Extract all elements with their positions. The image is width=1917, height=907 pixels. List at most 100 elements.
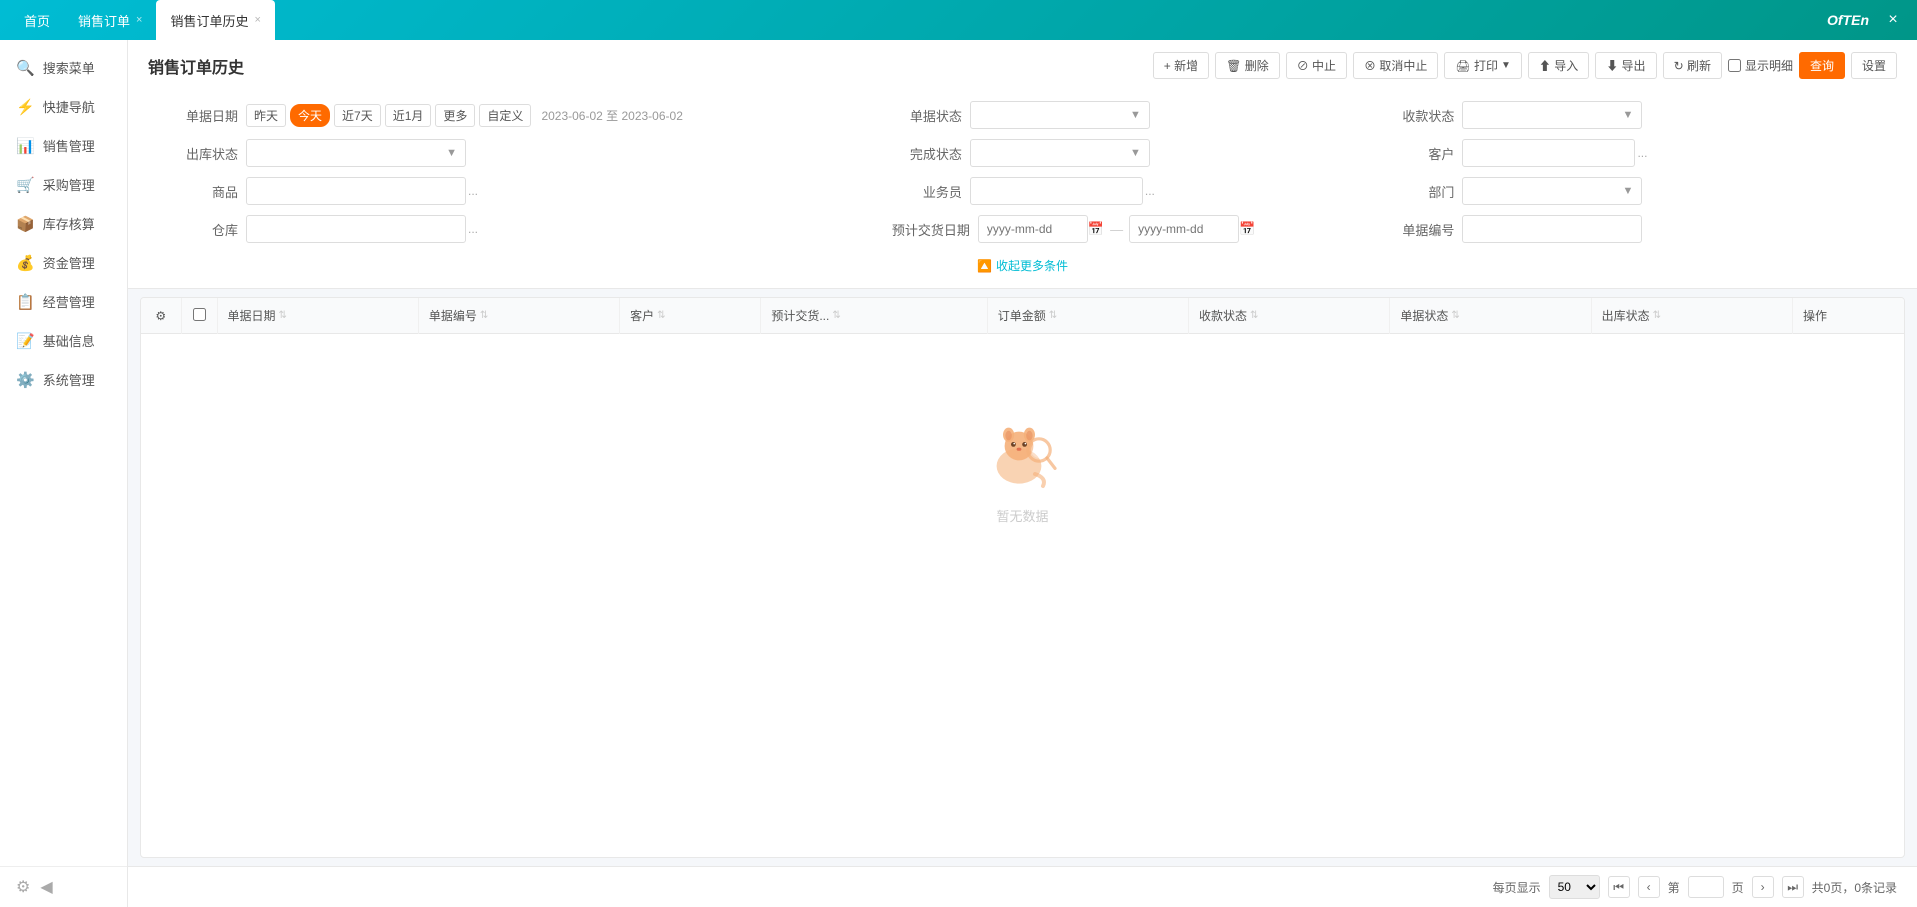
sidebar-item-sales-mgmt[interactable]: 📊 销售管理 [0,126,127,165]
th-action: 操作 [1792,298,1904,334]
print-button[interactable]: 🖨 打印 ▼ [1444,52,1521,79]
goods-ellipsis-btn[interactable]: ... [468,184,478,198]
tab-home[interactable]: 首页 [10,0,64,40]
order-no-label: 单据编号 [1384,220,1454,239]
date-today-btn[interactable]: 今天 [290,104,330,127]
th-check[interactable] [181,298,217,334]
prev-page-button[interactable]: ‹ [1638,876,1660,898]
inventory-calc-icon: 📦 [16,215,35,233]
date-filter-group: 单据日期 昨天 今天 近7天 近1月 更多 自定义 2023-06-02 至 2… [168,104,862,127]
sidebar-item-purchase-mgmt[interactable]: 🛒 采购管理 [0,165,127,204]
sidebar-item-search-menu-label: 搜索菜单 [43,58,95,77]
date-custom-btn[interactable]: 自定义 [479,104,531,127]
window-close-button[interactable]: × [1879,6,1907,34]
sidebar-item-basic-info[interactable]: 📝 基础信息 [0,321,127,360]
expected-date-end-cal-icon[interactable]: 📅 [1239,221,1255,237]
th-settings[interactable]: ⚙ [141,298,181,334]
warehouse-label: 仓库 [168,220,238,239]
refresh-button[interactable]: ↻ 刷新 [1663,52,1722,79]
th-order-no[interactable]: 单据编号 ⇅ [418,298,619,334]
salesman-ellipsis-btn[interactable]: ... [1145,184,1155,198]
per-page-select[interactable]: 50 100 200 [1549,875,1600,899]
data-table: ⚙ 单据日期 ⇅ 单据编号 [141,298,1904,605]
goods-input[interactable] [246,177,466,205]
goods-label: 商品 [168,182,238,201]
th-customer[interactable]: 客户 ⇅ [620,298,761,334]
filter-row-2: 出库状态 ▼ 完成状态 ▼ 客户 [168,139,1877,167]
th-action-label: 操作 [1803,309,1827,323]
outstock-status-sort-icon: ⇅ [1653,310,1661,321]
empty-text: 暂无数据 [996,506,1048,525]
main-layout: 🔍 搜索菜单 ⚡ 快捷导航 📊 销售管理 🛒 采购管理 📦 库存核算 💰 资金管… [0,40,1917,907]
stop-button[interactable]: ⊘ 中止 [1286,52,1347,79]
topbar-right: OfTEn × [1827,6,1907,34]
th-expected-delivery-label: 预计交货... [771,307,829,324]
th-order-amount[interactable]: 订单金额 ⇅ [987,298,1188,334]
th-order-date[interactable]: 单据日期 ⇅ [217,298,418,334]
page-number-input[interactable]: 1 [1688,876,1724,898]
sidebar-item-quick-nav[interactable]: ⚡ 快捷导航 [0,87,127,126]
customer-input[interactable] [1462,139,1635,167]
warehouse-input[interactable] [246,215,466,243]
customer-label: 客户 [1384,144,1454,163]
date-more-btn[interactable]: 更多 [435,104,475,127]
sidebar-item-sys-mgmt[interactable]: ⚙️ 系统管理 [0,360,127,399]
date-1month-btn[interactable]: 近1月 [385,104,432,127]
dept-group: 部门 ▼ [1384,177,1847,205]
filter-row-4: 仓库 ... 预计交货日期 📅 — 📅 单据编号 [168,215,1877,243]
order-no-input[interactable] [1462,215,1642,243]
tab-home-label: 首页 [24,11,50,30]
th-order-date-label: 单据日期 [228,307,276,324]
query-button[interactable]: 查询 [1799,52,1845,79]
th-outstock-status[interactable]: 出库状态 ⇅ [1591,298,1792,334]
customer-sort-icon: ⇅ [657,310,665,321]
order-status-select[interactable]: ▼ [970,101,1150,129]
settings-icon: ⚙ [155,309,166,323]
date-7days-btn[interactable]: 近7天 [334,104,381,127]
sidebar-item-fund-mgmt[interactable]: 💰 资金管理 [0,243,127,282]
th-outstock-status-label: 出库状态 [1602,307,1650,324]
first-page-button[interactable]: ⏮ [1608,876,1630,898]
last-page-button[interactable]: ⏭ [1782,876,1804,898]
th-payment-status[interactable]: 收款状态 ⇅ [1189,298,1390,334]
collapse-row[interactable]: 🔼 收起更多条件 [168,253,1877,280]
new-button[interactable]: + 新增 [1153,52,1209,79]
export-button[interactable]: ⬇ 导出 [1595,52,1656,79]
dept-select[interactable]: ▼ [1462,177,1642,205]
payment-status-select[interactable]: ▼ [1462,101,1642,129]
sidebar-collapse-icon[interactable]: ◀ [40,877,52,897]
sidebar-item-search-menu[interactable]: 🔍 搜索菜单 [0,48,127,87]
complete-status-select[interactable]: ▼ [970,139,1150,167]
expected-date-end-input[interactable] [1129,215,1239,243]
collapse-up-icon: 🔼 [977,259,992,273]
outstock-status-select[interactable]: ▼ [246,139,466,167]
tab-sales-order[interactable]: 销售订单 × [64,0,156,40]
salesman-label: 业务员 [892,182,962,201]
page-title-row: 销售订单历史 + 新增 🗑 删除 ⊘ 中止 ⊗ 取消中止 🖨 打印 ▼ ⬆ 导入… [148,52,1897,79]
date-yesterday-btn[interactable]: 昨天 [246,104,286,127]
expected-date-start-cal-icon[interactable]: 📅 [1088,221,1104,237]
payment-status-group: 收款状态 ▼ [1384,101,1847,129]
import-button[interactable]: ⬆ 导入 [1528,52,1589,79]
th-expected-delivery[interactable]: 预计交货... ⇅ [761,298,987,334]
tab-sales-order-history-close[interactable]: × [254,14,260,26]
display-cols-checkbox[interactable] [1728,59,1741,72]
customer-ellipsis-btn[interactable]: ... [1637,146,1647,160]
warehouse-ellipsis-btn[interactable]: ... [468,222,478,236]
select-all-checkbox[interactable] [193,308,206,321]
th-order-status[interactable]: 单据状态 ⇅ [1390,298,1591,334]
goods-group: 商品 ... [168,177,862,205]
sidebar-settings-icon[interactable]: ⚙ [16,877,30,897]
cancel-stop-button[interactable]: ⊗ 取消中止 [1353,52,1438,79]
salesman-input[interactable] [970,177,1143,205]
settings-button[interactable]: 设置 [1851,52,1897,79]
th-customer-label: 客户 [630,307,654,324]
delete-button[interactable]: 🗑 删除 [1215,52,1280,79]
next-page-button[interactable]: › [1752,876,1774,898]
tab-sales-order-history[interactable]: 销售订单历史 × [156,0,274,40]
sidebar-item-operation-mgmt[interactable]: 📋 经营管理 [0,282,127,321]
date-filter-label: 单据日期 [168,106,238,125]
sidebar-item-inventory-calc[interactable]: 📦 库存核算 [0,204,127,243]
tab-sales-order-close[interactable]: × [136,14,142,26]
expected-date-start-input[interactable] [978,215,1088,243]
